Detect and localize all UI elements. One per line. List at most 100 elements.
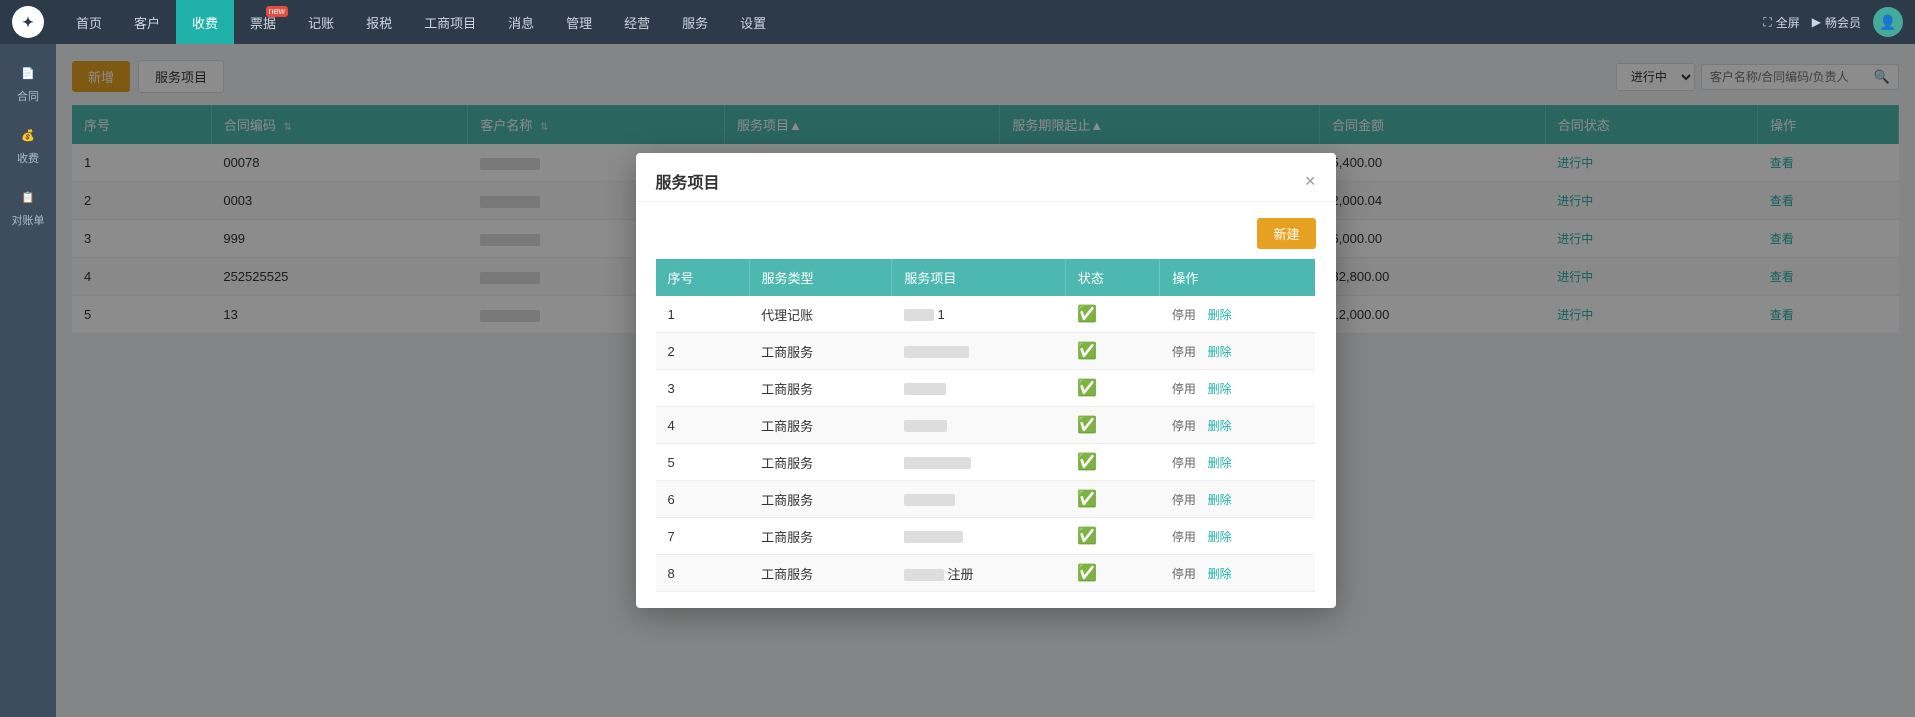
modal-table-row: 6 工商服务 ✅ 停用 删除 [656,481,1316,518]
modal-col-type: 服务类型 [749,259,892,296]
nav-menu: 首页 客户 收费 票据 new 记账 报税 工商项目 消息 管理 经营 服务 设… [60,0,1763,44]
stop-button[interactable]: 停用 [1172,567,1196,581]
stop-button[interactable]: 停用 [1172,493,1196,507]
modal-cell-status: ✅ [1065,444,1160,481]
nav-fees[interactable]: 收费 [176,0,234,44]
modal-cell-project: 注册 [892,555,1066,592]
stop-button[interactable]: 停用 [1172,530,1196,544]
nav-operations[interactable]: 经营 [608,0,666,44]
stop-button[interactable]: 停用 [1172,308,1196,322]
left-sidebar: 📄 合同 💰 收费 📋 对账单 [0,44,56,717]
modal-title: 服务项目 [656,169,720,193]
modal-cell-seq: 1 [656,296,750,333]
modal-cell-status: ✅ [1065,407,1160,444]
service-modal: 服务项目 × 新建 序号 服务类型 服务项目 状态 操作 [636,153,1336,608]
status-check-icon: ✅ [1077,565,1097,582]
modal-body: 新建 序号 服务类型 服务项目 状态 操作 1 代理记账 [636,202,1336,608]
statement-icon: 📋 [17,186,39,208]
fullscreen-label: 全屏 [1776,14,1800,31]
stop-button[interactable]: 停用 [1172,456,1196,470]
modal-close-button[interactable]: × [1305,172,1316,190]
nav-settings[interactable]: 设置 [724,0,782,44]
status-check-icon: ✅ [1077,454,1097,471]
modal-cell-seq: 6 [656,481,750,518]
modal-cell-action: 停用 删除 [1160,407,1315,444]
nav-customer[interactable]: 客户 [118,0,176,44]
delete-button[interactable]: 删除 [1208,493,1232,507]
contract-icon: 📄 [17,62,39,84]
modal-cell-seq: 7 [656,518,750,555]
fullscreen-button[interactable]: ⛶ 全屏 [1763,14,1799,31]
modal-header: 服务项目 × [636,153,1336,202]
modal-cell-seq: 4 [656,407,750,444]
nav-business[interactable]: 工商项目 [408,0,492,44]
user-avatar[interactable]: 👤 [1873,7,1903,37]
sidebar-label-contract: 合同 [17,88,39,104]
modal-cell-action: 停用 删除 [1160,518,1315,555]
modal-new-button[interactable]: 新建 [1257,218,1315,249]
modal-table-row: 2 工商服务 ✅ 停用 删除 [656,333,1316,370]
stop-button[interactable]: 停用 [1172,419,1196,433]
modal-table-row: 5 工商服务 ✅ 停用 删除 [656,444,1316,481]
status-check-icon: ✅ [1077,343,1097,360]
delete-button[interactable]: 删除 [1208,419,1232,433]
delete-button[interactable]: 删除 [1208,530,1232,544]
nav-invoice[interactable]: 票据 new [234,0,292,44]
modal-cell-project [892,370,1066,407]
status-check-icon: ✅ [1077,417,1097,434]
modal-cell-seq: 8 [656,555,750,592]
modal-col-action: 操作 [1160,259,1315,296]
member-icon: ▶ [1812,15,1821,29]
nav-management[interactable]: 管理 [550,0,608,44]
modal-cell-status: ✅ [1065,555,1160,592]
modal-col-seq: 序号 [656,259,750,296]
nav-service[interactable]: 服务 [666,0,724,44]
sidebar-label-fees: 收费 [17,150,39,166]
delete-button[interactable]: 删除 [1208,382,1232,396]
sidebar-item-statement[interactable]: 📋 对账单 [0,176,56,238]
delete-button[interactable]: 删除 [1208,567,1232,581]
modal-cell-project [892,407,1066,444]
modal-table-scroll[interactable]: 序号 服务类型 服务项目 状态 操作 1 代理记账 1 ✅ 停用 删除 2 工商… [656,259,1316,592]
modal-overlay[interactable]: 服务项目 × 新建 序号 服务类型 服务项目 状态 操作 [56,44,1915,717]
modal-cell-type: 工商服务 [749,444,892,481]
modal-cell-action: 停用 删除 [1160,370,1315,407]
nav-tax[interactable]: 报税 [350,0,408,44]
delete-button[interactable]: 删除 [1208,345,1232,359]
modal-toolbar: 新建 [656,218,1316,249]
modal-cell-status: ✅ [1065,370,1160,407]
fees-icon: 💰 [17,124,39,146]
status-check-icon: ✅ [1077,491,1097,508]
nav-message[interactable]: 消息 [492,0,550,44]
status-check-icon: ✅ [1077,380,1097,397]
modal-cell-type: 工商服务 [749,370,892,407]
modal-cell-project [892,444,1066,481]
modal-cell-type: 工商服务 [749,407,892,444]
nav-bookkeeping[interactable]: 记账 [292,0,350,44]
stop-button[interactable]: 停用 [1172,345,1196,359]
modal-cell-project [892,518,1066,555]
top-navigation: ✦ 首页 客户 收费 票据 new 记账 报税 工商项目 消息 管理 经营 服务… [0,0,1915,44]
modal-cell-project [892,333,1066,370]
delete-button[interactable]: 删除 [1208,456,1232,470]
modal-cell-seq: 2 [656,333,750,370]
modal-cell-status: ✅ [1065,481,1160,518]
nav-home[interactable]: 首页 [60,0,118,44]
delete-button[interactable]: 删除 [1208,308,1232,322]
stop-button[interactable]: 停用 [1172,382,1196,396]
modal-cell-action: 停用 删除 [1160,296,1315,333]
modal-col-status: 状态 [1065,259,1160,296]
sidebar-item-contract[interactable]: 📄 合同 [0,52,56,114]
member-button[interactable]: ▶ 畅会员 [1812,14,1861,31]
modal-cell-type: 工商服务 [749,555,892,592]
modal-cell-type: 工商服务 [749,518,892,555]
status-check-icon: ✅ [1077,528,1097,545]
modal-cell-status: ✅ [1065,333,1160,370]
modal-col-project: 服务项目 [892,259,1066,296]
modal-table-row: 8 工商服务 注册 ✅ 停用 删除 [656,555,1316,592]
nav-right-area: ⛶ 全屏 ▶ 畅会员 👤 [1763,7,1903,37]
modal-cell-type: 工商服务 [749,333,892,370]
sidebar-item-fees[interactable]: 💰 收费 [0,114,56,176]
modal-cell-action: 停用 删除 [1160,333,1315,370]
modal-table-row: 7 工商服务 ✅ 停用 删除 [656,518,1316,555]
